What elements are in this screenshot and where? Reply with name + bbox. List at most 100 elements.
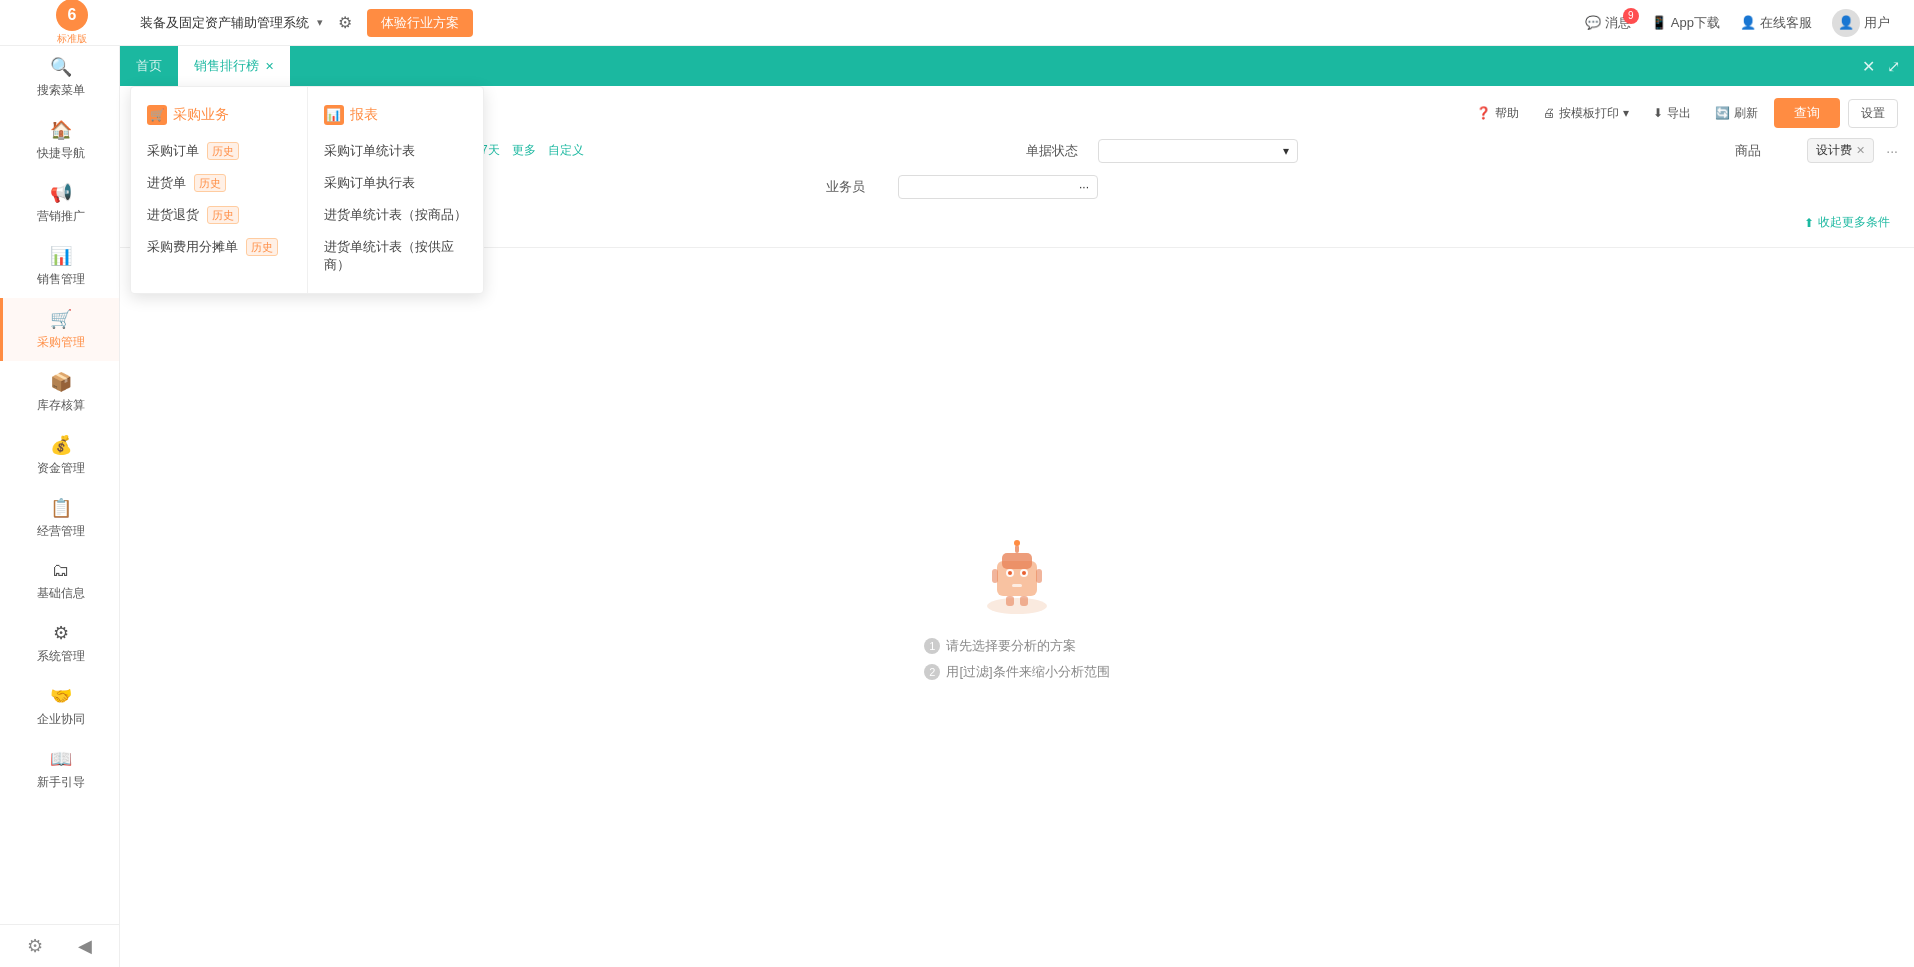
sidebar-label-operations: 经营管理 bbox=[37, 523, 85, 540]
top-right: 💬 消息 9 📱 App下载 👤 在线客服 👤 用户 bbox=[1585, 9, 1890, 37]
inventory-icon: 📦 bbox=[50, 371, 72, 393]
sidebar-item-marketing[interactable]: 📢 营销推广 bbox=[0, 172, 119, 235]
report-col-header: 📊 报表 bbox=[308, 99, 484, 135]
user-avatar: 👤 bbox=[1832, 9, 1860, 37]
purchase-col-header: 🛒 采购业务 bbox=[131, 99, 307, 135]
dropdown-item-po-stats[interactable]: 采购订单统计表 bbox=[308, 135, 484, 167]
print-btn[interactable]: 🖨 按模板打印 ▾ bbox=[1535, 101, 1637, 126]
dropdown-item-purchase-order[interactable]: 采购订单 历史 bbox=[131, 135, 307, 167]
app-icon: 📱 bbox=[1651, 15, 1667, 30]
po-exec-label: 采购订单执行表 bbox=[324, 174, 415, 192]
sales-icon: 📊 bbox=[50, 245, 72, 267]
dropdown-item-purchase-cost[interactable]: 采购费用分摊单 历史 bbox=[131, 231, 307, 263]
purchase-col: 🛒 采购业务 采购订单 历史 进货单 历史 进货退货 历史 采购费用分摊单 历史 bbox=[131, 87, 307, 293]
tab-close-all-btn[interactable]: ✕ bbox=[1856, 46, 1881, 86]
sidebar-settings-btn[interactable]: ⚙ bbox=[27, 935, 43, 957]
tab-sales-rank[interactable]: 销售排行榜 ✕ bbox=[178, 46, 290, 86]
user-btn[interactable]: 👤 用户 bbox=[1832, 9, 1890, 37]
goods-label: 商品 bbox=[1735, 142, 1795, 160]
sidebar-label-purchase: 采购管理 bbox=[37, 334, 85, 351]
dropdown-item-receipt-by-goods[interactable]: 进货单统计表（按商品） bbox=[308, 199, 484, 231]
sidebar-collapse-btn[interactable]: ◀ bbox=[78, 935, 92, 957]
sidebar-item-enterprise[interactable]: 🤝 企业协同 bbox=[0, 675, 119, 738]
print-dropdown-arrow[interactable]: ▾ bbox=[1623, 106, 1629, 120]
sidebar-label-search: 搜索菜单 bbox=[37, 82, 85, 99]
quick-custom-btn[interactable]: 自定义 bbox=[544, 140, 588, 161]
enterprise-icon: 🤝 bbox=[50, 685, 72, 707]
svg-rect-11 bbox=[1020, 596, 1028, 606]
sidebar-item-search[interactable]: 🔍 搜索菜单 bbox=[0, 46, 119, 109]
query-btn[interactable]: 查询 bbox=[1774, 98, 1840, 128]
sidebar-item-quick[interactable]: 🏠 快捷导航 bbox=[0, 109, 119, 172]
sidebar-label-marketing: 营销推广 bbox=[37, 208, 85, 225]
tab-close-icon[interactable]: ✕ bbox=[265, 60, 274, 73]
purchase-order-label: 采购订单 bbox=[147, 142, 199, 160]
sidebar-item-sales[interactable]: 📊 销售管理 bbox=[0, 235, 119, 298]
sidebar-item-inventory[interactable]: 📦 库存核算 bbox=[0, 361, 119, 424]
collapse-label: 收起更多条件 bbox=[1818, 214, 1890, 231]
tip-item-1: 1 请先选择要分析的方案 bbox=[924, 633, 1109, 659]
tip-text-2: 用[过滤]条件来缩小分析范围 bbox=[946, 659, 1109, 685]
dropdown-item-receipt-by-supplier[interactable]: 进货单统计表（按供应商） bbox=[308, 231, 484, 281]
logo-icon: 6 bbox=[56, 0, 88, 31]
logo-subtext: 标准版 bbox=[57, 32, 87, 46]
sidebar-label-system: 系统管理 bbox=[37, 648, 85, 665]
collapse-btn[interactable]: ⬆ 收起更多条件 bbox=[1796, 210, 1898, 235]
system-icon: ⚙ bbox=[53, 622, 69, 644]
online-service-btn[interactable]: 👤 在线客服 bbox=[1740, 14, 1812, 32]
filter-settings-btn[interactable]: 设置 bbox=[1848, 99, 1898, 128]
refresh-btn[interactable]: 🔄 刷新 bbox=[1707, 101, 1766, 126]
tip-text-1: 请先选择要分析的方案 bbox=[946, 633, 1076, 659]
sidebar-item-system[interactable]: ⚙ 系统管理 bbox=[0, 612, 119, 675]
help-btn[interactable]: ❓ 帮助 bbox=[1468, 101, 1527, 126]
doc-status-label: 单据状态 bbox=[1026, 142, 1086, 160]
goods-return-history: 历史 bbox=[207, 206, 239, 224]
newbie-icon: 📖 bbox=[50, 748, 72, 770]
sidebar-item-operations[interactable]: 📋 经营管理 bbox=[0, 487, 119, 550]
quick-more-btn[interactable]: 更多 bbox=[508, 140, 540, 161]
export-btn[interactable]: ⬇ 导出 bbox=[1645, 101, 1699, 126]
po-stats-label: 采购订单统计表 bbox=[324, 142, 415, 160]
dropdown-item-goods-receipt[interactable]: 进货单 历史 bbox=[131, 167, 307, 199]
topbar-settings-btn[interactable]: ⚙ bbox=[331, 9, 359, 37]
tab-expand-btn[interactable]: ⤢ bbox=[1881, 46, 1906, 86]
sidebar-item-basic[interactable]: 🗂 基础信息 bbox=[0, 550, 119, 612]
report-col-icon: 📊 bbox=[324, 105, 344, 125]
purchase-cost-label: 采购费用分摊单 bbox=[147, 238, 238, 256]
goods-tag-text: 设计费 bbox=[1816, 142, 1852, 159]
receipt-by-goods-label: 进货单统计表（按商品） bbox=[324, 206, 467, 224]
svg-rect-7 bbox=[1012, 584, 1022, 587]
salesperson-select[interactable]: ··· bbox=[898, 175, 1098, 199]
system-dropdown-arrow[interactable]: ▾ bbox=[317, 16, 323, 29]
report-col: 📊 报表 采购订单统计表 采购订单执行表 进货单统计表（按商品） 进货单统计表（… bbox=[307, 87, 484, 293]
sidebar-label-enterprise: 企业协同 bbox=[37, 711, 85, 728]
sidebar-item-finance[interactable]: 💰 资金管理 bbox=[0, 424, 119, 487]
industry-btn[interactable]: 体验行业方案 bbox=[367, 9, 473, 37]
empty-state: 1 请先选择要分析的方案 2 用[过滤]条件来缩小分析范围 bbox=[120, 248, 1914, 967]
salesperson-dots: ··· bbox=[1079, 180, 1089, 194]
logo-area: 6 标准版 bbox=[12, 0, 132, 46]
app-download-btn[interactable]: 📱 App下载 bbox=[1651, 14, 1720, 32]
finance-icon: 💰 bbox=[50, 434, 72, 456]
purchase-col-icon: 🛒 bbox=[147, 105, 167, 125]
goods-return-label: 进货退货 bbox=[147, 206, 199, 224]
goods-tag-close[interactable]: ✕ bbox=[1856, 144, 1865, 157]
doc-status-select[interactable]: ▾ bbox=[1098, 139, 1298, 163]
sidebar: 🔍 搜索菜单 🏠 快捷导航 📢 营销推广 📊 销售管理 🛒 采购管理 📦 库存核… bbox=[0, 46, 120, 967]
marketing-icon: 📢 bbox=[50, 182, 72, 204]
sidebar-label-inventory: 库存核算 bbox=[37, 397, 85, 414]
collapse-icon: ⬆ bbox=[1804, 216, 1814, 230]
sidebar-item-purchase[interactable]: 🛒 采购管理 bbox=[0, 298, 119, 361]
dropdown-item-goods-return[interactable]: 进货退货 历史 bbox=[131, 199, 307, 231]
tab-sales-rank-label: 销售排行榜 bbox=[194, 57, 259, 75]
sidebar-item-newbie[interactable]: 📖 新手引导 bbox=[0, 738, 119, 801]
tab-home[interactable]: 首页 bbox=[120, 46, 178, 86]
goods-dots[interactable]: ··· bbox=[1886, 143, 1898, 159]
tab-bar-actions: ✕ ⤢ bbox=[1856, 46, 1914, 86]
refresh-icon: 🔄 bbox=[1715, 106, 1730, 120]
message-btn[interactable]: 💬 消息 9 bbox=[1585, 14, 1631, 32]
sidebar-label-newbie: 新手引导 bbox=[37, 774, 85, 791]
dropdown-item-po-exec[interactable]: 采购订单执行表 bbox=[308, 167, 484, 199]
svg-rect-12 bbox=[1015, 545, 1019, 553]
sidebar-label-finance: 资金管理 bbox=[37, 460, 85, 477]
